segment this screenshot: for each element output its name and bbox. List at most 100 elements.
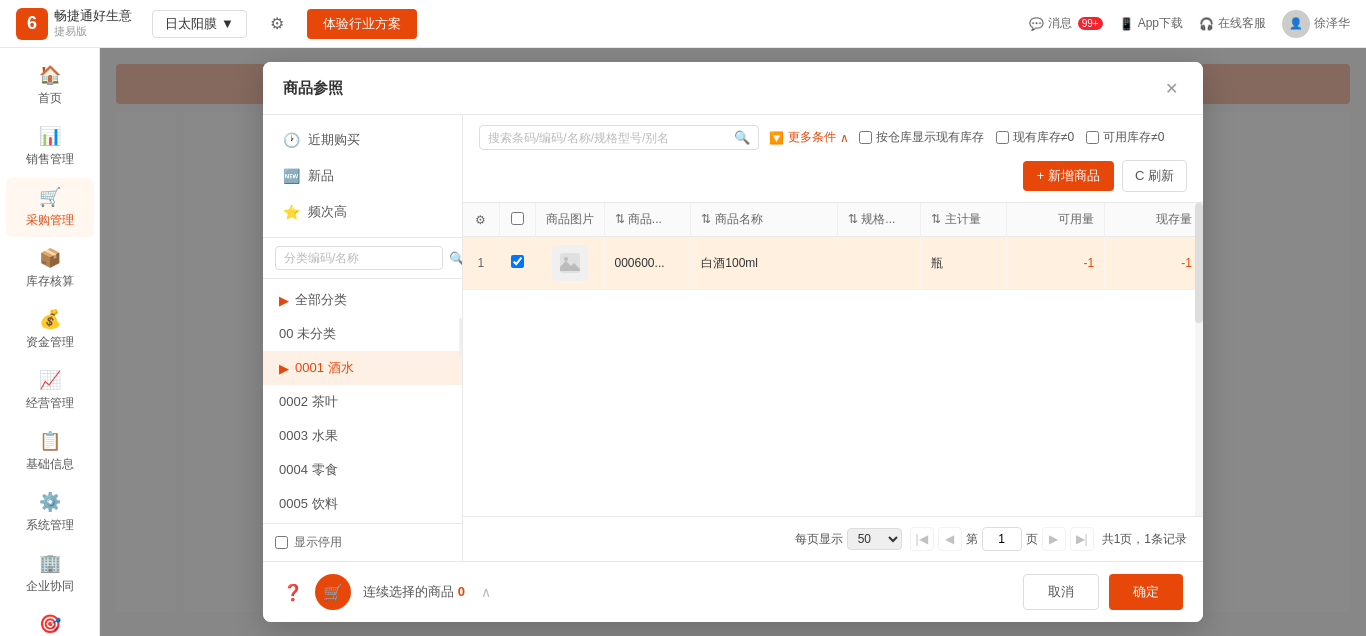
category-panel: 🕐 近期购买 🆕 新品 ⭐ 频次高 <box>263 115 463 561</box>
user-profile-btn[interactable]: 👤 徐泽华 <box>1282 10 1350 38</box>
filter-more-btn[interactable]: 🔽 更多条件 ∧ <box>769 129 849 146</box>
sidebar-item-finance[interactable]: 💰 资金管理 <box>6 300 94 359</box>
th-available[interactable]: 可用量 <box>1007 203 1105 237</box>
td-unit: 瓶 <box>921 237 1007 290</box>
app-download-btn[interactable]: 📱 App下载 <box>1119 15 1183 32</box>
count-badge: 0 <box>458 584 465 599</box>
modal-overlay: 商品参照 ✕ 🕐 近期购买 🆕 <box>100 48 1366 636</box>
prev-page-btn[interactable]: ◀ <box>938 527 962 551</box>
page-number-input[interactable] <box>982 527 1022 551</box>
th-image: 商品图片 <box>535 203 604 237</box>
quick-nav-recent[interactable]: 🕐 近期购买 <box>275 125 450 155</box>
sidebar-item-home[interactable]: 🏠 首页 <box>6 56 94 115</box>
show-disabled-label[interactable]: 显示停用 <box>275 534 450 551</box>
arrow-icon-0001: ▶ <box>279 361 289 376</box>
th-code[interactable]: ⇅ 商品... <box>604 203 691 237</box>
category-list: ▶ 全部分类 00 未分类 ▶ 0001 酒水 0002 茶 <box>263 279 462 523</box>
row-checkbox[interactable] <box>511 255 524 268</box>
sidebar-item-sales[interactable]: 📊 销售管理 <box>6 117 94 176</box>
sort-icon-name: ⇅ <box>701 212 711 226</box>
filter-by-warehouse-label[interactable]: 按仓库显示现有库存 <box>859 129 984 146</box>
category-search-input[interactable] <box>275 246 443 270</box>
operations-icon: 📈 <box>39 369 61 391</box>
product-table-wrap: ⚙ 商品图片 <box>463 203 1203 516</box>
filter-checkboxes: 按仓库显示现有库存 现有库存≠0 可用库存≠0 <box>859 129 1165 146</box>
header-right: 💬 消息 99+ 📱 App下载 🎧 在线客服 👤 徐泽华 <box>1029 10 1350 38</box>
search-icon[interactable]: 🔍 <box>734 130 750 145</box>
footer-collapse-btn[interactable]: ∧ <box>481 584 491 600</box>
scrollbar-thumb[interactable] <box>1195 203 1203 323</box>
page-size-dropdown[interactable]: 10 20 50 100 <box>847 528 902 550</box>
sidebar-item-purchase[interactable]: 🛒 采购管理 <box>6 178 94 237</box>
sidebar-item-basic[interactable]: 📋 基础信息 <box>6 422 94 481</box>
th-name[interactable]: ⇅ 商品名称 <box>691 203 838 237</box>
product-panel: 🔍 🔽 更多条件 ∧ 按仓库显示现有库存 <box>463 115 1203 561</box>
settings-icon-btn[interactable]: ⚙ <box>259 6 295 42</box>
svg-point-1 <box>564 257 568 261</box>
nav-dropdown[interactable]: 日太阳膜 ▼ <box>152 10 247 38</box>
messages-btn[interactable]: 💬 消息 99+ <box>1029 15 1103 32</box>
confirm-button[interactable]: 确定 <box>1109 574 1183 610</box>
sidebar-item-enterprise[interactable]: 🏢 企业协同 <box>6 544 94 603</box>
show-disabled-checkbox[interactable] <box>275 536 288 549</box>
th-unit[interactable]: ⇅ 主计量 <box>921 203 1007 237</box>
cart-button[interactable]: 🛒 <box>315 574 351 610</box>
messages-badge: 99+ <box>1078 17 1103 30</box>
finance-icon: 💰 <box>39 308 61 330</box>
td-code: 000600... <box>604 237 691 290</box>
quick-nav-frequent[interactable]: ⭐ 频次高 <box>275 197 450 227</box>
filter-available-label[interactable]: 可用库存≠0 <box>1086 129 1164 146</box>
star-icon: ⭐ <box>283 204 300 220</box>
category-search-icon[interactable]: 🔍 <box>449 251 463 266</box>
headset-icon: 🎧 <box>1199 17 1214 31</box>
product-search-input[interactable] <box>488 131 728 145</box>
add-product-button[interactable]: + 新增商品 <box>1023 161 1114 191</box>
filter-existing-label[interactable]: 现有库存≠0 <box>996 129 1074 146</box>
th-settings[interactable]: ⚙ <box>463 203 499 237</box>
td-image <box>535 237 604 290</box>
quick-nav-new[interactable]: 🆕 新品 <box>275 161 450 191</box>
td-check[interactable] <box>499 237 535 290</box>
total-info: 共1页，1条记录 <box>1102 531 1187 548</box>
cancel-button[interactable]: 取消 <box>1023 574 1099 610</box>
sidebar-item-inventory[interactable]: 📦 库存核算 <box>6 239 94 298</box>
toolbar-right: + 新增商品 C 刷新 <box>1023 160 1187 192</box>
category-bottom: 显示停用 <box>263 523 462 561</box>
trial-button[interactable]: 体验行业方案 <box>307 9 417 39</box>
first-page-btn[interactable]: |◀ <box>910 527 934 551</box>
select-all-checkbox[interactable] <box>511 212 524 225</box>
last-page-btn[interactable]: ▶| <box>1070 527 1094 551</box>
help-icon[interactable]: ❓ <box>283 583 303 602</box>
sidebar-item-system[interactable]: ⚙️ 系统管理 <box>6 483 94 542</box>
category-quick-nav: 🕐 近期购买 🆕 新品 ⭐ 频次高 <box>263 115 462 238</box>
category-item-00[interactable]: 00 未分类 <box>263 317 462 351</box>
sort-icon-spec: ⇅ <box>848 212 858 226</box>
next-page-btn[interactable]: ▶ <box>1042 527 1066 551</box>
basic-icon: 📋 <box>39 430 61 452</box>
category-item-0005[interactable]: 0005 饮料 <box>263 487 462 521</box>
sidebar-item-guide[interactable]: 🎯 新手引导 <box>6 605 94 636</box>
category-search-area: 🔍 <box>263 238 462 279</box>
category-item-0004[interactable]: 0004 零食 <box>263 453 462 487</box>
message-icon: 💬 <box>1029 17 1044 31</box>
table-settings-icon[interactable]: ⚙ <box>475 213 486 227</box>
mobile-icon: 📱 <box>1119 17 1134 31</box>
modal-close-button[interactable]: ✕ <box>1159 76 1183 100</box>
filter-by-warehouse-checkbox[interactable] <box>859 131 872 144</box>
th-stock[interactable]: 现存量 <box>1105 203 1203 237</box>
filter-available-checkbox[interactable] <box>1086 131 1099 144</box>
table-row[interactable]: 1 <box>463 237 1203 290</box>
category-item-0001[interactable]: ▶ 0001 酒水 <box>263 351 462 385</box>
th-spec[interactable]: ⇅ 规格... <box>837 203 921 237</box>
category-item-all[interactable]: ▶ 全部分类 <box>263 283 462 317</box>
footer-buttons: 取消 确定 <box>1023 574 1183 610</box>
category-item-0003[interactable]: 0003 水果 <box>263 419 462 453</box>
online-service-btn[interactable]: 🎧 在线客服 <box>1199 15 1266 32</box>
scrollbar-track <box>1195 203 1203 516</box>
product-search-box: 🔍 <box>479 125 759 150</box>
content-area: 商品参照 ✕ 🕐 近期购买 🆕 <box>100 48 1366 636</box>
refresh-button[interactable]: C 刷新 <box>1122 160 1187 192</box>
filter-existing-checkbox[interactable] <box>996 131 1009 144</box>
sidebar-item-operations[interactable]: 📈 经营管理 <box>6 361 94 420</box>
category-item-0002[interactable]: 0002 茶叶 <box>263 385 462 419</box>
